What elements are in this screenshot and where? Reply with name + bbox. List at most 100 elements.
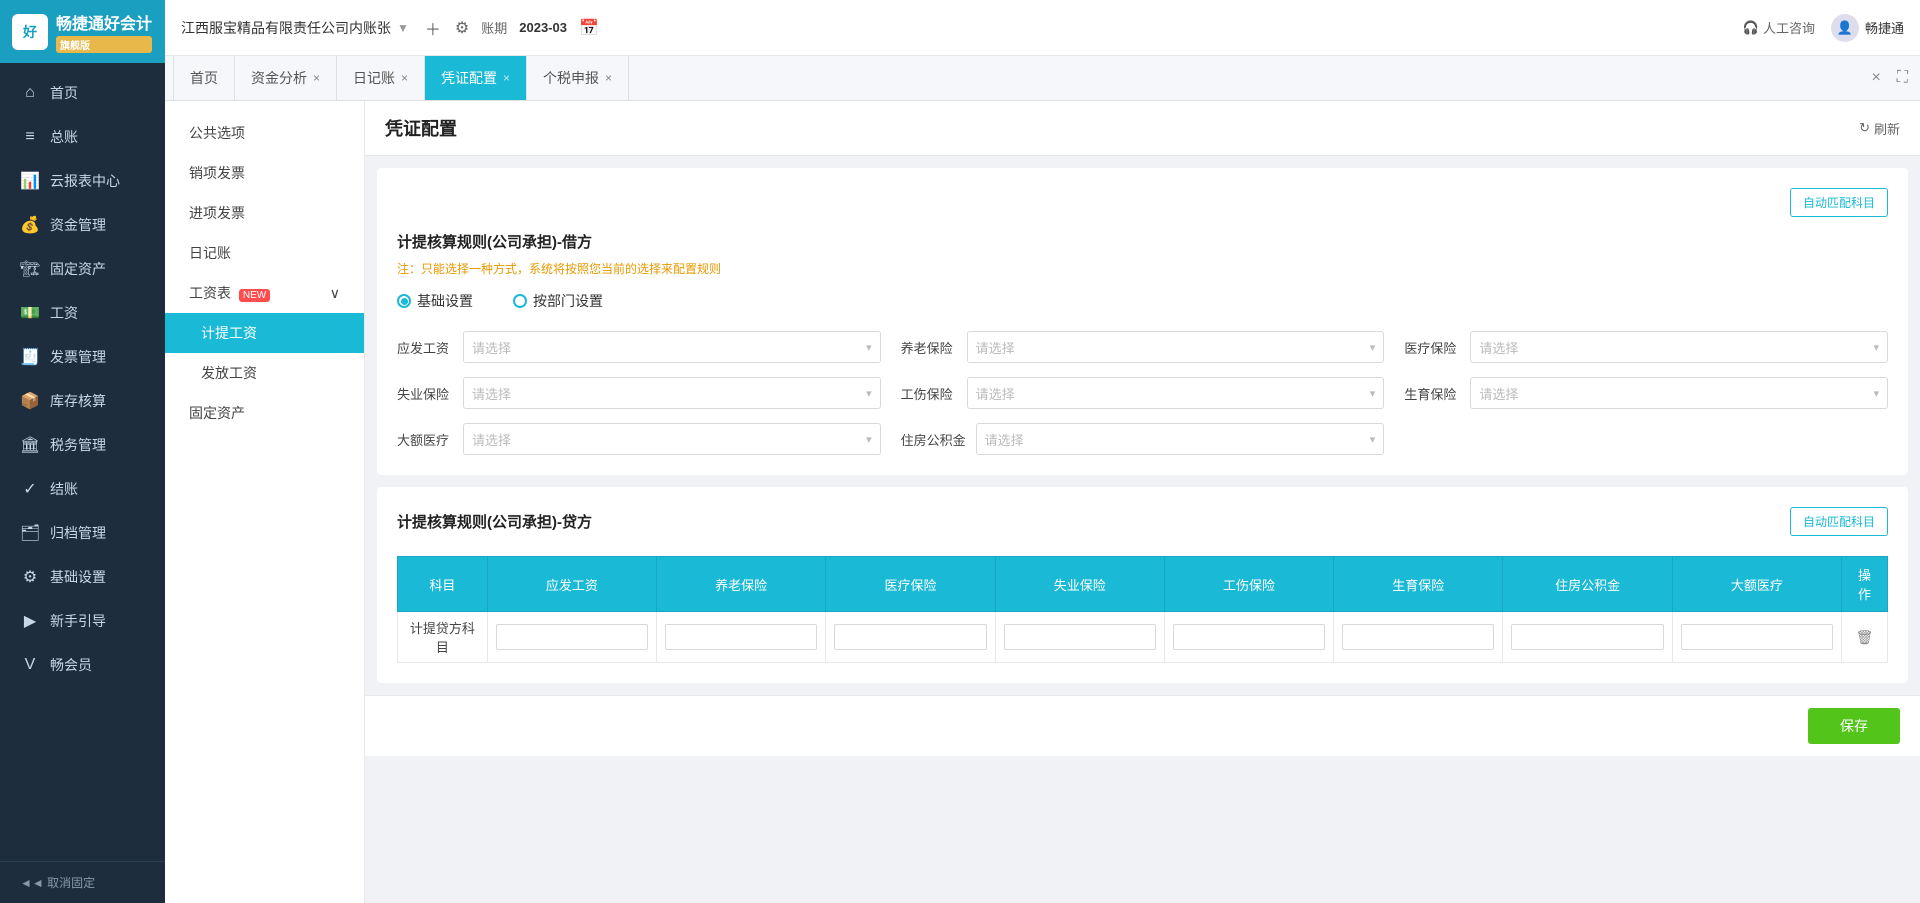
- sidebar-item-label: 库存核算: [50, 391, 106, 411]
- input-pension[interactable]: [665, 624, 817, 650]
- sub-nav-public[interactable]: 公共选项: [165, 113, 364, 153]
- cell-action: 🗑: [1842, 612, 1888, 663]
- col-injury: 工伤保险: [1164, 557, 1333, 612]
- injury-select[interactable]: 请选择 ▾: [967, 377, 1385, 409]
- unemployment-select[interactable]: 请选择 ▾: [463, 377, 881, 409]
- medical-arrow: ▾: [1873, 341, 1879, 354]
- chevron-down-icon: ∨: [330, 285, 340, 302]
- housing-fund-label: 住房公积金: [901, 430, 966, 449]
- guide-icon: ▶: [20, 611, 40, 631]
- inventory-icon: 📦: [20, 391, 40, 411]
- gear-icon[interactable]: ⚙: [455, 18, 469, 38]
- sidebar-item-label: 畅会员: [50, 655, 92, 675]
- row-subject-label: 计提贷方科目: [398, 612, 488, 663]
- service-button[interactable]: 🎧 人工咨询: [1743, 18, 1815, 37]
- sub-nav-journal[interactable]: 日记账: [165, 233, 364, 273]
- tab-voucher-config[interactable]: 凭证配置 ×: [425, 56, 527, 100]
- sidebar-item-invoice[interactable]: 🧾 发票管理: [0, 335, 165, 379]
- sidebar-item-funds[interactable]: 💰 资金管理: [0, 203, 165, 247]
- sub-nav-payroll-group[interactable]: 工资表 NEW ∨: [165, 273, 364, 313]
- tab-funds-close[interactable]: ×: [313, 71, 320, 85]
- maternity-select[interactable]: 请选择 ▾: [1470, 377, 1888, 409]
- large-medical-select[interactable]: 请选择 ▾: [463, 423, 881, 455]
- tab-home[interactable]: 首页: [173, 56, 235, 100]
- radio-basic[interactable]: 基础设置: [397, 291, 473, 311]
- logo-icon: 好: [12, 14, 48, 50]
- sub-nav-pay-salary[interactable]: 发放工资: [165, 353, 364, 393]
- sub-nav-sales-invoice[interactable]: 销项发票: [165, 153, 364, 193]
- input-gross[interactable]: [496, 624, 648, 650]
- field-pension: 养老保险 请选择 ▾: [901, 331, 1385, 363]
- unpin-button[interactable]: ◄◄ 取消固定: [0, 861, 165, 903]
- unemployment-placeholder: 请选择: [472, 384, 511, 403]
- tab-expand[interactable]: ⛶: [1893, 65, 1912, 91]
- sidebar: 好 畅捷通好会计 旗舰版 ⌂ 首页 ≡ 总账 📊 云报表中心 💰 资金管理 🏗 …: [0, 0, 165, 903]
- medical-select[interactable]: 请选择 ▾: [1470, 331, 1888, 363]
- pension-select[interactable]: 请选择 ▾: [967, 331, 1385, 363]
- invoice-icon: 🧾: [20, 347, 40, 367]
- refresh-button[interactable]: ↻ 刷新: [1859, 119, 1900, 138]
- input-housing[interactable]: [1511, 624, 1663, 650]
- tab-tax[interactable]: 个税申报 ×: [527, 56, 629, 100]
- input-injury[interactable]: [1173, 624, 1325, 650]
- tab-journal[interactable]: 日记账 ×: [337, 56, 425, 100]
- debit-auto-match-button[interactable]: 自动匹配科目: [1790, 188, 1888, 217]
- sidebar-item-settings[interactable]: ⚙ 基础设置: [0, 555, 165, 599]
- tab-tax-close[interactable]: ×: [605, 71, 612, 85]
- sidebar-item-report[interactable]: 📊 云报表中心: [0, 159, 165, 203]
- sidebar-item-label: 云报表中心: [50, 171, 120, 191]
- input-large-medical[interactable]: [1681, 624, 1833, 650]
- calendar-icon[interactable]: 📅: [579, 18, 599, 38]
- sidebar-item-archive[interactable]: 🗂 归档管理: [0, 511, 165, 555]
- sidebar-item-inventory[interactable]: 📦 库存核算: [0, 379, 165, 423]
- field-unemployment: 失业保险 请选择 ▾: [397, 377, 881, 409]
- sub-nav-fixed-assets[interactable]: 固定资产: [165, 393, 364, 433]
- debit-section: 自动匹配科目 计提核算规则(公司承担)-借方 注：只能选择一种方式，系统将按照您…: [377, 168, 1908, 475]
- assets-icon: 🏗: [20, 259, 40, 279]
- sidebar-item-tax[interactable]: 🏛 税务管理: [0, 423, 165, 467]
- field-gross-salary: 应发工资 请选择 ▾: [397, 331, 881, 363]
- sidebar-item-label: 工资: [50, 303, 78, 323]
- unemployment-arrow: ▾: [866, 387, 872, 400]
- tab-journal-close[interactable]: ×: [401, 71, 408, 85]
- sidebar-item-home[interactable]: ⌂ 首页: [0, 71, 165, 115]
- credit-auto-match-button[interactable]: 自动匹配科目: [1790, 507, 1888, 536]
- tab-voucher-label: 凭证配置: [441, 68, 497, 88]
- save-button[interactable]: 保存: [1808, 708, 1900, 744]
- gross-salary-label: 应发工资: [397, 338, 453, 357]
- input-medical[interactable]: [834, 624, 986, 650]
- tab-funds[interactable]: 资金分析 ×: [235, 56, 337, 100]
- user-info[interactable]: 👤 畅捷通: [1831, 14, 1904, 42]
- radio-basic-btn[interactable]: [397, 294, 411, 308]
- sidebar-item-ledger[interactable]: ≡ 总账: [0, 115, 165, 159]
- right-panel: 凭证配置 ↻ 刷新 自动匹配科目 计提核算规则(公司承担)-借方 注：只能选择一…: [365, 101, 1920, 903]
- col-gross: 应发工资: [487, 557, 656, 612]
- sidebar-item-label: 总账: [50, 127, 78, 147]
- report-icon: 📊: [20, 171, 40, 191]
- delete-row-button[interactable]: 🗑: [1856, 629, 1874, 645]
- housing-fund-select[interactable]: 请选择 ▾: [976, 423, 1385, 455]
- debit-section-note: 注：只能选择一种方式，系统将按照您当前的选择来配置规则: [397, 260, 1888, 277]
- credit-section: 计提核算规则(公司承担)-贷方 自动匹配科目 科目 应发工资 养老保险 医疗保险…: [377, 487, 1908, 683]
- sidebar-item-guide[interactable]: ▶ 新手引导: [0, 599, 165, 643]
- radio-dept-btn[interactable]: [513, 294, 527, 308]
- sub-nav-accrue-salary[interactable]: 计提工资: [165, 313, 364, 353]
- tab-voucher-close[interactable]: ×: [503, 71, 510, 85]
- sidebar-item-vip[interactable]: V 畅会员: [0, 643, 165, 687]
- input-maternity[interactable]: [1342, 624, 1494, 650]
- sidebar-item-close[interactable]: ✓ 结账: [0, 467, 165, 511]
- sidebar-item-salary[interactable]: 💵 工资: [0, 291, 165, 335]
- period-label: 账期: [481, 18, 507, 37]
- close-period-icon: ✓: [20, 479, 40, 499]
- tab-close-all[interactable]: ×: [1867, 65, 1884, 91]
- add-icon[interactable]: ＋: [425, 16, 441, 40]
- field-medical: 医疗保险 请选择 ▾: [1404, 331, 1888, 363]
- radio-dept[interactable]: 按部门设置: [513, 291, 603, 311]
- sub-nav-purchase-invoice[interactable]: 进项发票: [165, 193, 364, 233]
- salary-icon: 💵: [20, 303, 40, 323]
- cell-pension: [657, 612, 826, 663]
- input-unemployment[interactable]: [1004, 624, 1156, 650]
- sidebar-item-assets[interactable]: 🏗 固定资产: [0, 247, 165, 291]
- company-selector[interactable]: 江西服宝精品有限责任公司内账张 ▼: [181, 18, 409, 38]
- gross-salary-select[interactable]: 请选择 ▾: [463, 331, 881, 363]
